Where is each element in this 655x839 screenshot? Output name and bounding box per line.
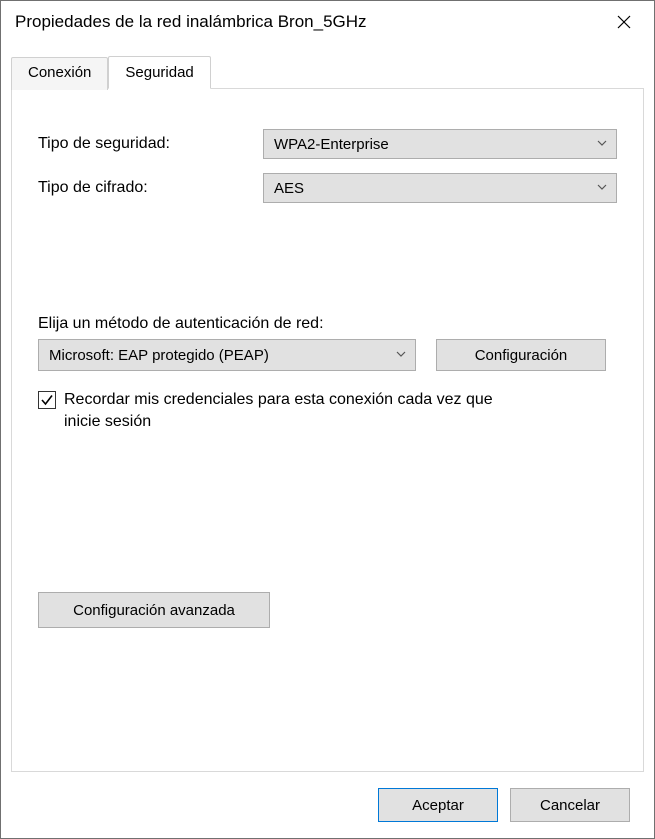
tab-connection[interactable]: Conexión xyxy=(11,57,108,90)
chevron-down-icon xyxy=(596,181,608,196)
advanced-config-button-label: Configuración avanzada xyxy=(73,602,235,619)
configure-button[interactable]: Configuración xyxy=(436,339,606,371)
encryption-type-select[interactable]: AES xyxy=(263,173,617,203)
dialog-window: Propiedades de la red inalámbrica Bron_5… xyxy=(0,0,655,839)
row-remember-credentials: Recordar mis credenciales para esta cone… xyxy=(38,389,617,432)
security-type-label: Tipo de seguridad: xyxy=(38,135,263,153)
advanced-config-button[interactable]: Configuración avanzada xyxy=(38,592,270,628)
tab-connection-label: Conexión xyxy=(28,64,91,81)
tab-strip: Conexión Seguridad xyxy=(11,55,644,88)
row-auth-method: Microsoft: EAP protegido (PEAP) Configur… xyxy=(38,339,617,371)
spacer xyxy=(38,217,617,315)
dialog-footer: Aceptar Cancelar xyxy=(11,772,644,838)
remember-credentials-checkbox[interactable] xyxy=(38,391,56,409)
remember-credentials-label: Recordar mis credenciales para esta cone… xyxy=(64,389,504,432)
tab-panel-security: Tipo de seguridad: WPA2-Enterprise Tipo … xyxy=(11,88,644,772)
chevron-down-icon xyxy=(596,137,608,152)
tab-security-label: Seguridad xyxy=(125,64,193,81)
auth-method-select[interactable]: Microsoft: EAP protegido (PEAP) xyxy=(38,339,416,371)
advanced-section: Configuración avanzada xyxy=(38,592,617,628)
cancel-button[interactable]: Cancelar xyxy=(510,788,630,822)
chevron-down-icon xyxy=(395,347,407,364)
configure-button-label: Configuración xyxy=(475,347,568,364)
ok-button[interactable]: Aceptar xyxy=(378,788,498,822)
tab-security[interactable]: Seguridad xyxy=(108,56,210,89)
security-type-select[interactable]: WPA2-Enterprise xyxy=(263,129,617,159)
cancel-button-label: Cancelar xyxy=(540,797,600,814)
auth-method-label: Elija un método de autenticación de red: xyxy=(38,315,617,333)
auth-method-value: Microsoft: EAP protegido (PEAP) xyxy=(49,347,269,364)
titlebar: Propiedades de la red inalámbrica Bron_5… xyxy=(1,1,654,43)
row-encryption-type: Tipo de cifrado: AES xyxy=(38,173,617,203)
encryption-type-value: AES xyxy=(274,180,304,197)
dialog-body: Conexión Seguridad Tipo de seguridad: WP… xyxy=(1,43,654,838)
close-icon[interactable] xyxy=(602,7,646,37)
security-type-value: WPA2-Enterprise xyxy=(274,136,389,153)
ok-button-label: Aceptar xyxy=(412,797,464,814)
encryption-type-label: Tipo de cifrado: xyxy=(38,179,263,197)
row-security-type: Tipo de seguridad: WPA2-Enterprise xyxy=(38,129,617,159)
window-title: Propiedades de la red inalámbrica Bron_5… xyxy=(15,12,367,32)
